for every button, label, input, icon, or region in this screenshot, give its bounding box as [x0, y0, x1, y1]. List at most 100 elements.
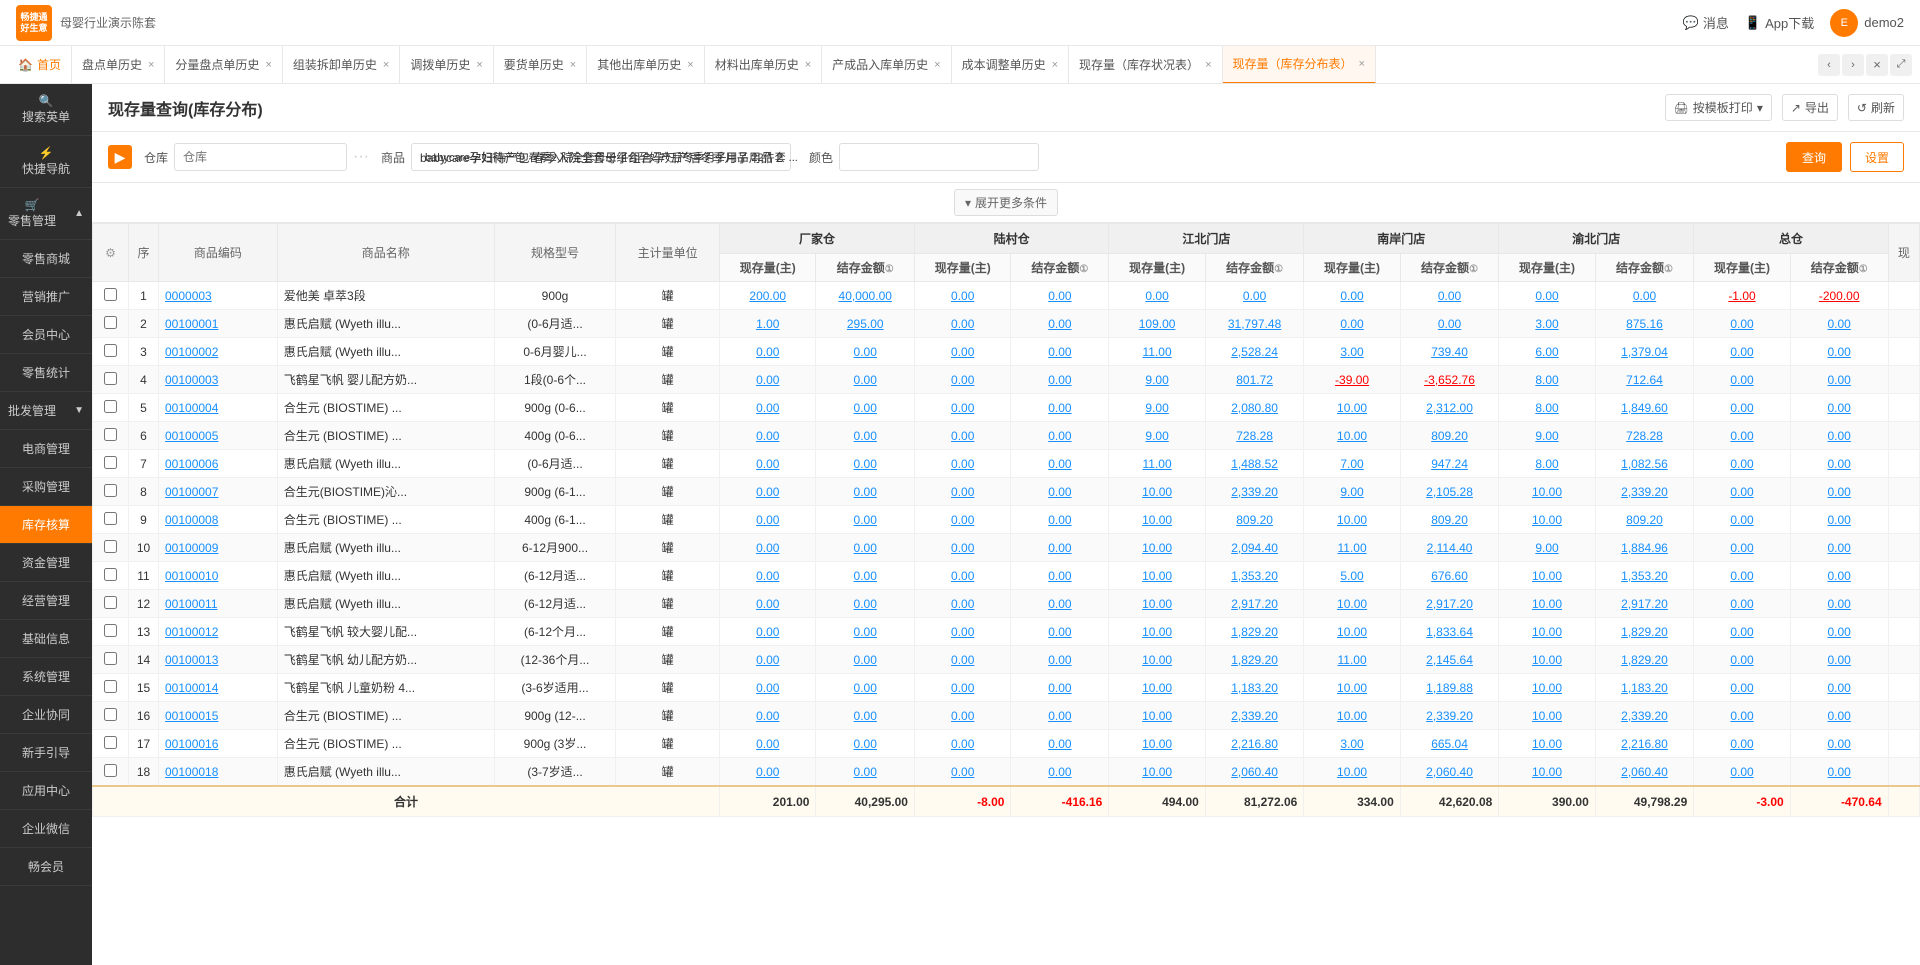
table-cell-check[interactable] [93, 394, 129, 422]
table-cell[interactable]: 0.00 [914, 366, 1010, 394]
tab-transfer[interactable]: 调拨单历史 × [400, 46, 493, 84]
table-cell[interactable]: 2,080.80 [1205, 394, 1304, 422]
table-cell[interactable]: 10.00 [1109, 506, 1205, 534]
table-cell[interactable]: 0.00 [720, 590, 816, 618]
tab-stock-status[interactable]: 现存量（库存状况表） × [1069, 46, 1222, 84]
close-tab-icon[interactable]: × [383, 59, 389, 71]
table-cell[interactable]: 0.00 [816, 478, 915, 506]
table-cell[interactable]: 200.00 [720, 282, 816, 310]
table-cell[interactable]: 0.00 [1011, 366, 1109, 394]
table-cell-check[interactable] [93, 310, 129, 338]
table-cell[interactable]: 0.00 [1011, 282, 1109, 310]
table-cell[interactable]: 2,060.40 [1595, 758, 1694, 787]
table-cell[interactable]: 0.00 [1011, 506, 1109, 534]
table-cell[interactable]: 0.00 [1011, 674, 1109, 702]
table-cell[interactable]: 0.00 [816, 562, 915, 590]
table-cell[interactable]: 10.00 [1304, 394, 1400, 422]
table-cell[interactable]: 0.00 [720, 478, 816, 506]
table-cell[interactable]: 0.00 [1790, 422, 1888, 450]
table-cell[interactable]: 0.00 [816, 590, 915, 618]
row-checkbox[interactable] [104, 288, 117, 301]
table-cell[interactable]: 10.00 [1499, 646, 1595, 674]
sidebar-item-quick-nav[interactable]: ⚡ 快捷导航 [0, 136, 92, 188]
table-cell[interactable]: 10.00 [1304, 702, 1400, 730]
table-cell-code[interactable]: 00100011 [159, 590, 278, 618]
table-cell[interactable]: 0.00 [1790, 534, 1888, 562]
row-checkbox[interactable] [104, 708, 117, 721]
table-cell[interactable]: 31,797.48 [1205, 310, 1304, 338]
table-cell[interactable]: 2,339.20 [1595, 702, 1694, 730]
user-area[interactable]: E demo2 [1830, 9, 1904, 37]
table-cell[interactable]: 0.00 [1304, 310, 1400, 338]
close-tab-icon[interactable]: × [1205, 59, 1211, 71]
table-cell[interactable]: 10.00 [1304, 590, 1400, 618]
table-cell-check[interactable] [93, 702, 129, 730]
table-cell[interactable]: 0.00 [1011, 702, 1109, 730]
table-cell[interactable]: 2,216.80 [1205, 730, 1304, 758]
message-btn[interactable]: 💬 消息 [1683, 13, 1729, 32]
table-cell[interactable]: 10.00 [1499, 478, 1595, 506]
table-cell[interactable]: 809.20 [1400, 506, 1499, 534]
sidebar-item-ecommerce[interactable]: 电商管理 [0, 430, 92, 468]
table-cell[interactable]: 0.00 [720, 562, 816, 590]
close-tab-icon[interactable]: × [570, 59, 576, 71]
table-cell[interactable]: 0.00 [914, 730, 1010, 758]
table-cell[interactable]: 10.00 [1304, 422, 1400, 450]
table-cell[interactable]: 0.00 [720, 338, 816, 366]
table-cell[interactable]: 0.00 [816, 394, 915, 422]
close-tab-icon[interactable]: × [1052, 59, 1058, 71]
table-cell[interactable]: 5.00 [1304, 562, 1400, 590]
table-cell-code[interactable]: 00100010 [159, 562, 278, 590]
table-cell[interactable]: 1,829.20 [1205, 646, 1304, 674]
table-cell[interactable]: 0.00 [1011, 758, 1109, 787]
table-cell[interactable]: 0.00 [816, 422, 915, 450]
tab-requisition[interactable]: 要货单历史 × [494, 46, 587, 84]
close-tab-icon[interactable]: × [265, 59, 271, 71]
row-checkbox[interactable] [104, 596, 117, 609]
table-cell-code[interactable]: 00100004 [159, 394, 278, 422]
table-cell[interactable]: 2,094.40 [1205, 534, 1304, 562]
nav-expand-btn[interactable]: ⤢ [1890, 54, 1912, 76]
table-cell[interactable]: 0.00 [1790, 646, 1888, 674]
table-cell[interactable]: 0.00 [1011, 394, 1109, 422]
table-cell-code[interactable]: 00100015 [159, 702, 278, 730]
sidebar-item-system[interactable]: 系统管理 [0, 658, 92, 696]
table-cell[interactable]: 9.00 [1109, 394, 1205, 422]
warehouse-dots-btn[interactable]: ··· [353, 148, 369, 166]
table-cell[interactable]: 2,339.20 [1400, 702, 1499, 730]
table-cell[interactable]: 2,312.00 [1400, 394, 1499, 422]
table-cell[interactable]: 0.00 [720, 534, 816, 562]
table-cell[interactable]: 0.00 [914, 562, 1010, 590]
table-cell[interactable]: 10.00 [1109, 534, 1205, 562]
table-cell[interactable]: 0.00 [1694, 366, 1790, 394]
table-cell[interactable]: 0.00 [816, 730, 915, 758]
tab-stock-dist[interactable]: 现存量（库存分布表） × [1223, 46, 1376, 84]
table-cell[interactable]: 0.00 [816, 618, 915, 646]
table-cell[interactable]: 2,339.20 [1205, 702, 1304, 730]
table-cell[interactable]: 10.00 [1109, 730, 1205, 758]
table-cell-check[interactable] [93, 590, 129, 618]
table-cell-check[interactable] [93, 674, 129, 702]
table-cell[interactable]: 0.00 [1790, 590, 1888, 618]
table-cell[interactable]: 0.00 [1790, 730, 1888, 758]
table-cell[interactable]: 11.00 [1109, 338, 1205, 366]
table-cell[interactable]: 728.28 [1595, 422, 1694, 450]
table-cell[interactable]: 2,339.20 [1205, 478, 1304, 506]
table-cell[interactable]: -1.00 [1694, 282, 1790, 310]
table-cell[interactable]: 0.00 [1694, 338, 1790, 366]
table-cell[interactable]: 1,488.52 [1205, 450, 1304, 478]
table-cell[interactable]: 0.00 [1790, 338, 1888, 366]
table-cell[interactable]: 0.00 [914, 534, 1010, 562]
table-cell[interactable]: 8.00 [1499, 366, 1595, 394]
table-cell-code[interactable]: 00100009 [159, 534, 278, 562]
table-cell[interactable]: 0.00 [816, 366, 915, 394]
table-cell[interactable]: 0.00 [720, 730, 816, 758]
table-cell-code[interactable]: 00100016 [159, 730, 278, 758]
table-cell[interactable]: 10.00 [1109, 674, 1205, 702]
table-cell[interactable]: 0.00 [1011, 562, 1109, 590]
table-cell-check[interactable] [93, 646, 129, 674]
table-cell[interactable]: -39.00 [1304, 366, 1400, 394]
table-cell[interactable]: 10.00 [1499, 506, 1595, 534]
table-cell[interactable]: 0.00 [1694, 450, 1790, 478]
table-cell[interactable]: 9.00 [1499, 422, 1595, 450]
